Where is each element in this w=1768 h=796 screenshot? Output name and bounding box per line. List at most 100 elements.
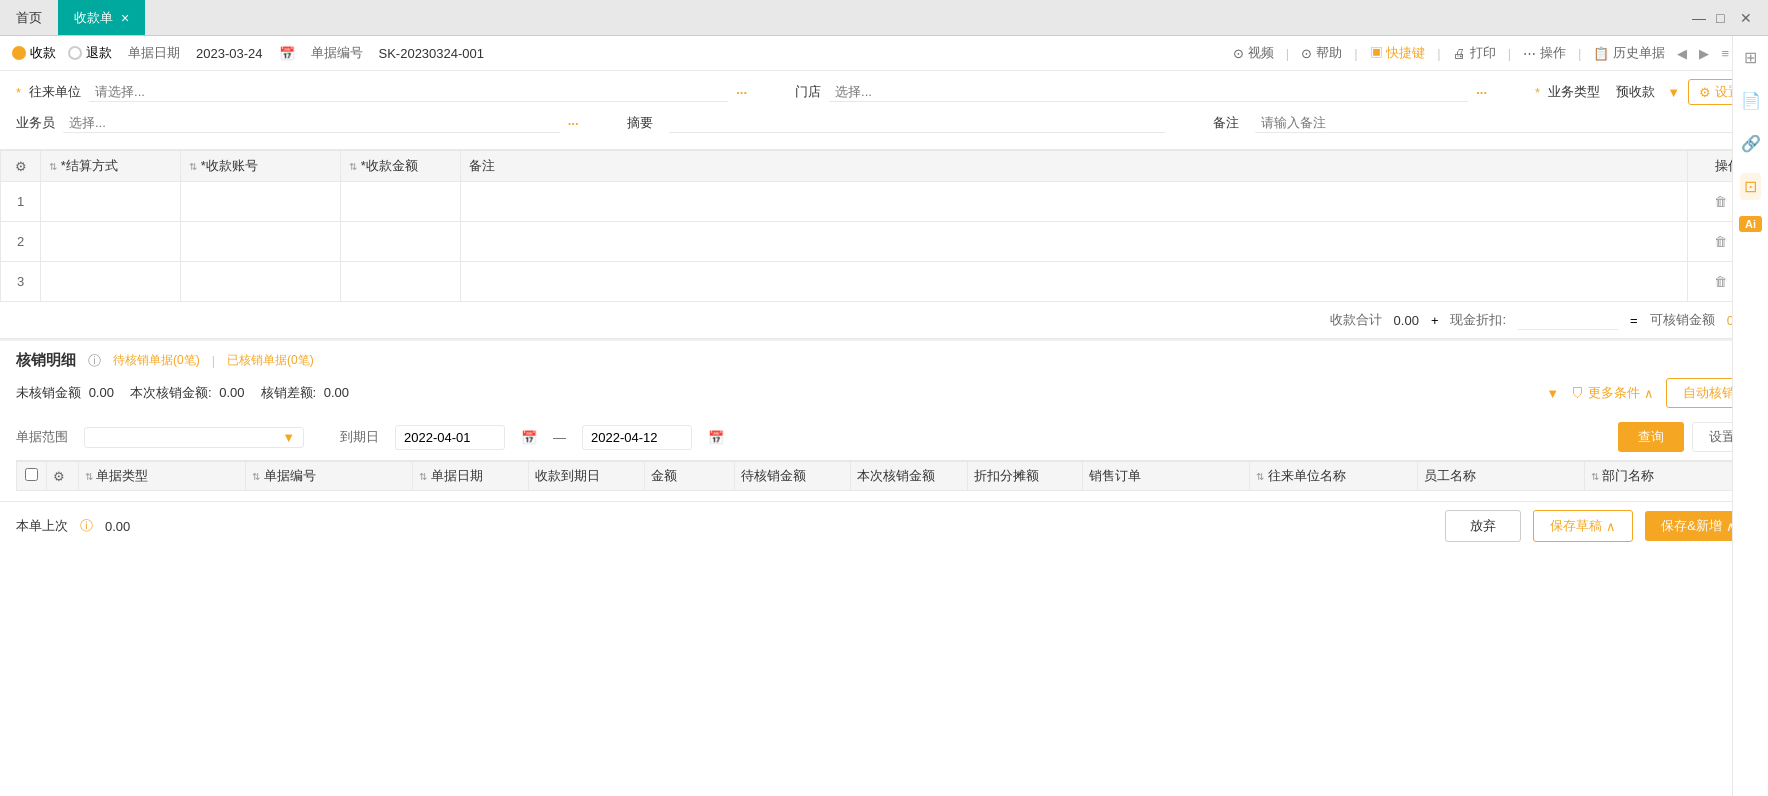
maximize-button[interactable]: □ [1716, 10, 1732, 26]
discount-input[interactable] [1518, 310, 1618, 330]
settings-col[interactable]: ⚙ [1, 151, 41, 182]
sidebar-screen-icon[interactable]: ⊡ [1740, 173, 1761, 200]
summary-row: 收款合计 0.00 + 现金折扣: = 可核销金额 0.00 [0, 302, 1768, 339]
staff-more-icon[interactable]: ··· [568, 116, 579, 131]
dept-name-col-header: ⇅ 部门名称 [1584, 462, 1751, 491]
party-input[interactable] [89, 82, 728, 102]
pending-col-header: 待核销金额 [734, 462, 850, 491]
date-to-input[interactable] [582, 425, 692, 450]
current-col-header: 本次核销金额 [850, 462, 967, 491]
row-1-delete-icon[interactable]: 🗑 [1714, 194, 1727, 210]
radio-group: 收款 退款 [12, 44, 112, 62]
party-more-icon[interactable]: ··· [736, 85, 747, 100]
discard-button[interactable]: 放弃 [1445, 510, 1521, 542]
row-3-settle[interactable] [41, 262, 181, 302]
row-3-index: 3 [1, 262, 41, 302]
table-row: 2 🗑 ⧉ [1, 222, 1768, 262]
row-2-amount[interactable] [341, 222, 461, 262]
range-select[interactable]: ▼ [84, 427, 304, 448]
tab-receipt[interactable]: 收款单 × [58, 0, 145, 35]
radio-refund[interactable]: 退款 [68, 44, 112, 62]
history-button[interactable]: 📋 历史单据 [1593, 44, 1665, 62]
print-button[interactable]: 🖨 打印 [1453, 44, 1496, 62]
store-input[interactable] [829, 82, 1468, 102]
row-2-settle[interactable] [41, 222, 181, 262]
done-tab[interactable]: 已核销单据(0笔) [227, 352, 314, 369]
row-2-remark[interactable] [461, 222, 1688, 262]
row-3-remark[interactable] [461, 262, 1688, 302]
calendar-icon[interactable]: 📅 [279, 46, 295, 61]
select-all-checkbox[interactable] [25, 468, 38, 481]
current-stat: 本次核销金额: 0.00 [130, 384, 245, 402]
row-3-delete-icon[interactable]: 🗑 [1714, 274, 1727, 290]
date-from-icon[interactable]: 📅 [521, 430, 537, 445]
unchecked-stat: 未核销金额 0.00 [16, 384, 114, 402]
remark-input[interactable] [1255, 113, 1752, 133]
last-value: 0.00 [105, 519, 130, 534]
table-row: 3 🗑 ⧉ [1, 262, 1768, 302]
row-2-delete-icon[interactable]: 🗑 [1714, 234, 1727, 250]
right-sidebar: ⊞ 📄 🔗 ⊡ Ai [1732, 36, 1768, 796]
row-2-account[interactable] [181, 222, 341, 262]
tab-home[interactable]: 首页 [0, 0, 58, 35]
main-content: 收款 退款 单据日期 2023-03-24 📅 单据编号 SK-20230324… [0, 36, 1768, 796]
row-1-account[interactable] [181, 182, 341, 222]
video-button[interactable]: ⊙ 视频 [1233, 44, 1274, 62]
more-conditions-button[interactable]: ⛉ 更多条件 ∧ [1571, 384, 1654, 402]
row-1-remark[interactable] [461, 182, 1688, 222]
save-draft-chevron[interactable]: ∧ [1606, 519, 1616, 534]
row-3-account[interactable] [181, 262, 341, 302]
detail-table-wrap: ⚙ ⇅ 单据类型 ⇅ 单据编号 ⇅ 单据日期 收款到期日 [16, 461, 1752, 491]
radio-receipt-label: 收款 [30, 44, 56, 62]
grid-icon[interactable]: ≡ [1721, 46, 1729, 61]
range-select-chevron: ▼ [282, 430, 295, 445]
save-draft-button[interactable]: 保存草稿 ∧ [1533, 510, 1633, 542]
sidebar-doc-icon[interactable]: 📄 [1737, 87, 1765, 114]
settings-detail-col[interactable]: ⚙ [47, 462, 79, 491]
table-section: ⚙ ⇅ *结算方式 ⇅ *收款账号 ⇅ *收款金额 备注 操作 1 [0, 150, 1768, 302]
close-button[interactable]: ✕ [1740, 10, 1756, 26]
date-from-input[interactable] [395, 425, 505, 450]
tab-home-label: 首页 [16, 9, 42, 27]
number-value: SK-20230324-001 [379, 46, 485, 61]
radio-refund-label: 退款 [86, 44, 112, 62]
operation-button[interactable]: ⋯ 操作 [1523, 44, 1566, 62]
party-name-col-header: ⇅ 往来单位名称 [1250, 462, 1417, 491]
total-label: 收款合计 [1330, 311, 1382, 329]
staff-input[interactable] [63, 113, 560, 133]
business-type-chevron[interactable]: ▼ [1667, 85, 1680, 100]
nav-left-icon[interactable]: ◀ [1677, 46, 1687, 61]
help-button[interactable]: ⊙ 帮助 [1301, 44, 1342, 62]
sidebar-attachment-icon[interactable]: 🔗 [1737, 130, 1765, 157]
form-row-2: 业务员 ··· 摘要 备注 [16, 113, 1752, 133]
nav-right-icon[interactable]: ▶ [1699, 46, 1709, 61]
window-controls: — □ ✕ [1680, 10, 1768, 26]
row-3-amount[interactable] [341, 262, 461, 302]
staff-name-col-header: 员工名称 [1417, 462, 1584, 491]
number-col-header: ⇅ 单据编号 [246, 462, 413, 491]
row-1-settle[interactable] [41, 182, 181, 222]
query-button[interactable]: 查询 [1618, 422, 1684, 452]
business-type-value: 预收款 [1616, 83, 1655, 101]
pending-tab[interactable]: 待核销单据(0笔) [113, 352, 200, 369]
date-to-icon[interactable]: 📅 [708, 430, 724, 445]
filter-funnel-icon: ⛉ [1571, 386, 1584, 401]
sidebar-table-icon[interactable]: ⊞ [1740, 44, 1761, 71]
tab-bar: 首页 收款单 × — □ ✕ [0, 0, 1768, 36]
print-icon: 🖨 [1453, 46, 1466, 61]
shortcut-button[interactable]: ▣ 快捷键 [1370, 44, 1426, 62]
verify-section: 核销明细 ⓘ 待核销单据(0笔) | 已核销单据(0笔) 未核销金额 0.00 … [0, 339, 1768, 501]
close-icon[interactable]: × [121, 10, 129, 26]
remark-col-header: 备注 [461, 151, 1688, 182]
ai-badge[interactable]: Ai [1739, 216, 1762, 232]
row-1-amount[interactable] [341, 182, 461, 222]
minimize-button[interactable]: — [1692, 10, 1708, 26]
discount-col-header: 折扣分摊额 [967, 462, 1083, 491]
toolbar: 收款 退款 单据日期 2023-03-24 📅 单据编号 SK-20230324… [0, 36, 1768, 71]
row-2-index: 2 [1, 222, 41, 262]
radio-receipt[interactable]: 收款 [12, 44, 56, 62]
store-more-icon[interactable]: ··· [1476, 85, 1487, 100]
total-value: 0.00 [1394, 313, 1419, 328]
checkbox-all-col[interactable] [17, 462, 47, 491]
abstract-input[interactable] [669, 113, 1166, 133]
